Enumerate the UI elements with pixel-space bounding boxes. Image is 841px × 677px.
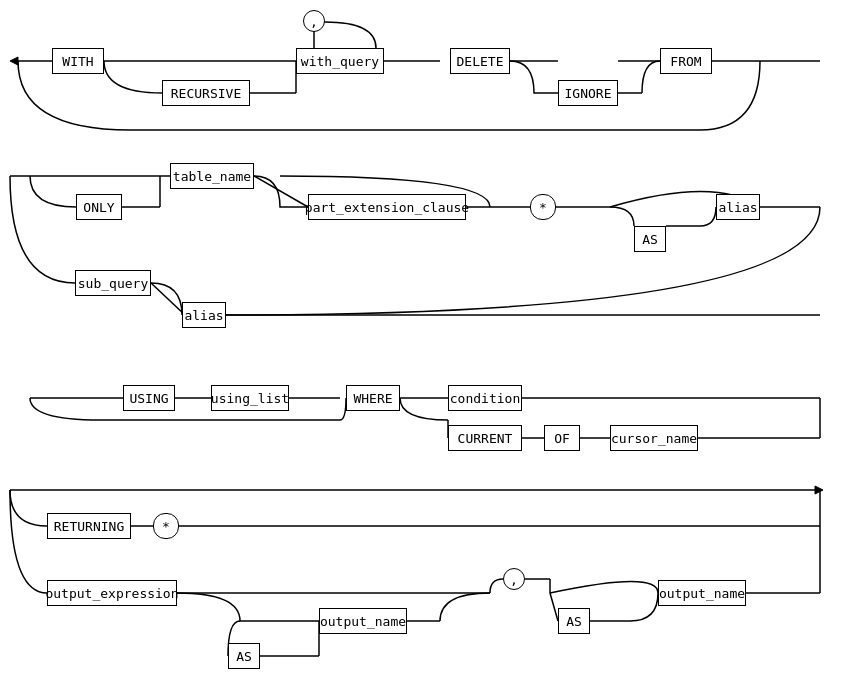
output-name1-box: output_name	[319, 608, 407, 634]
delete-box: DELETE	[450, 48, 510, 74]
table-name-box: table_name	[170, 163, 254, 189]
svg-marker-0	[10, 57, 18, 65]
cursor-name-box: cursor_name	[610, 425, 698, 451]
star-box: *	[530, 194, 556, 220]
where-box: WHERE	[346, 385, 400, 411]
with-box: WITH	[52, 48, 104, 74]
svg-line-38	[550, 593, 558, 621]
current-box: CURRENT	[448, 425, 522, 451]
recursive-box: RECURSIVE	[162, 80, 250, 106]
from-box: FROM	[660, 48, 712, 74]
alias1-box: alias	[716, 194, 760, 220]
star2-box: *	[153, 513, 179, 539]
part-extension-clause-box: part_extension_clause	[308, 194, 466, 220]
using-list-box: using_list	[211, 385, 289, 411]
comma1-box: ,	[303, 10, 325, 32]
svg-marker-31	[815, 486, 823, 494]
svg-line-13	[254, 176, 308, 207]
diagram: WITH , with_query RECURSIVE DELETE IGNOR…	[0, 0, 841, 677]
of-box: OF	[544, 425, 580, 451]
sub-query-box: sub_query	[75, 270, 151, 296]
as1-box: AS	[634, 226, 666, 252]
output-expression-box: output_expression	[47, 580, 177, 606]
comma2-box: ,	[503, 568, 525, 590]
using-box: USING	[123, 385, 175, 411]
alias2-box: alias	[182, 302, 226, 328]
only-box: ONLY	[76, 194, 122, 220]
as2-box: AS	[228, 643, 260, 669]
ignore-box: IGNORE	[558, 80, 618, 106]
as3-box: AS	[558, 608, 590, 634]
svg-line-19	[151, 283, 185, 315]
with-query-box: with_query	[296, 48, 384, 74]
condition-box: condition	[448, 385, 522, 411]
returning-box: RETURNING	[47, 513, 131, 539]
output-name2-box: output_name	[658, 580, 746, 606]
